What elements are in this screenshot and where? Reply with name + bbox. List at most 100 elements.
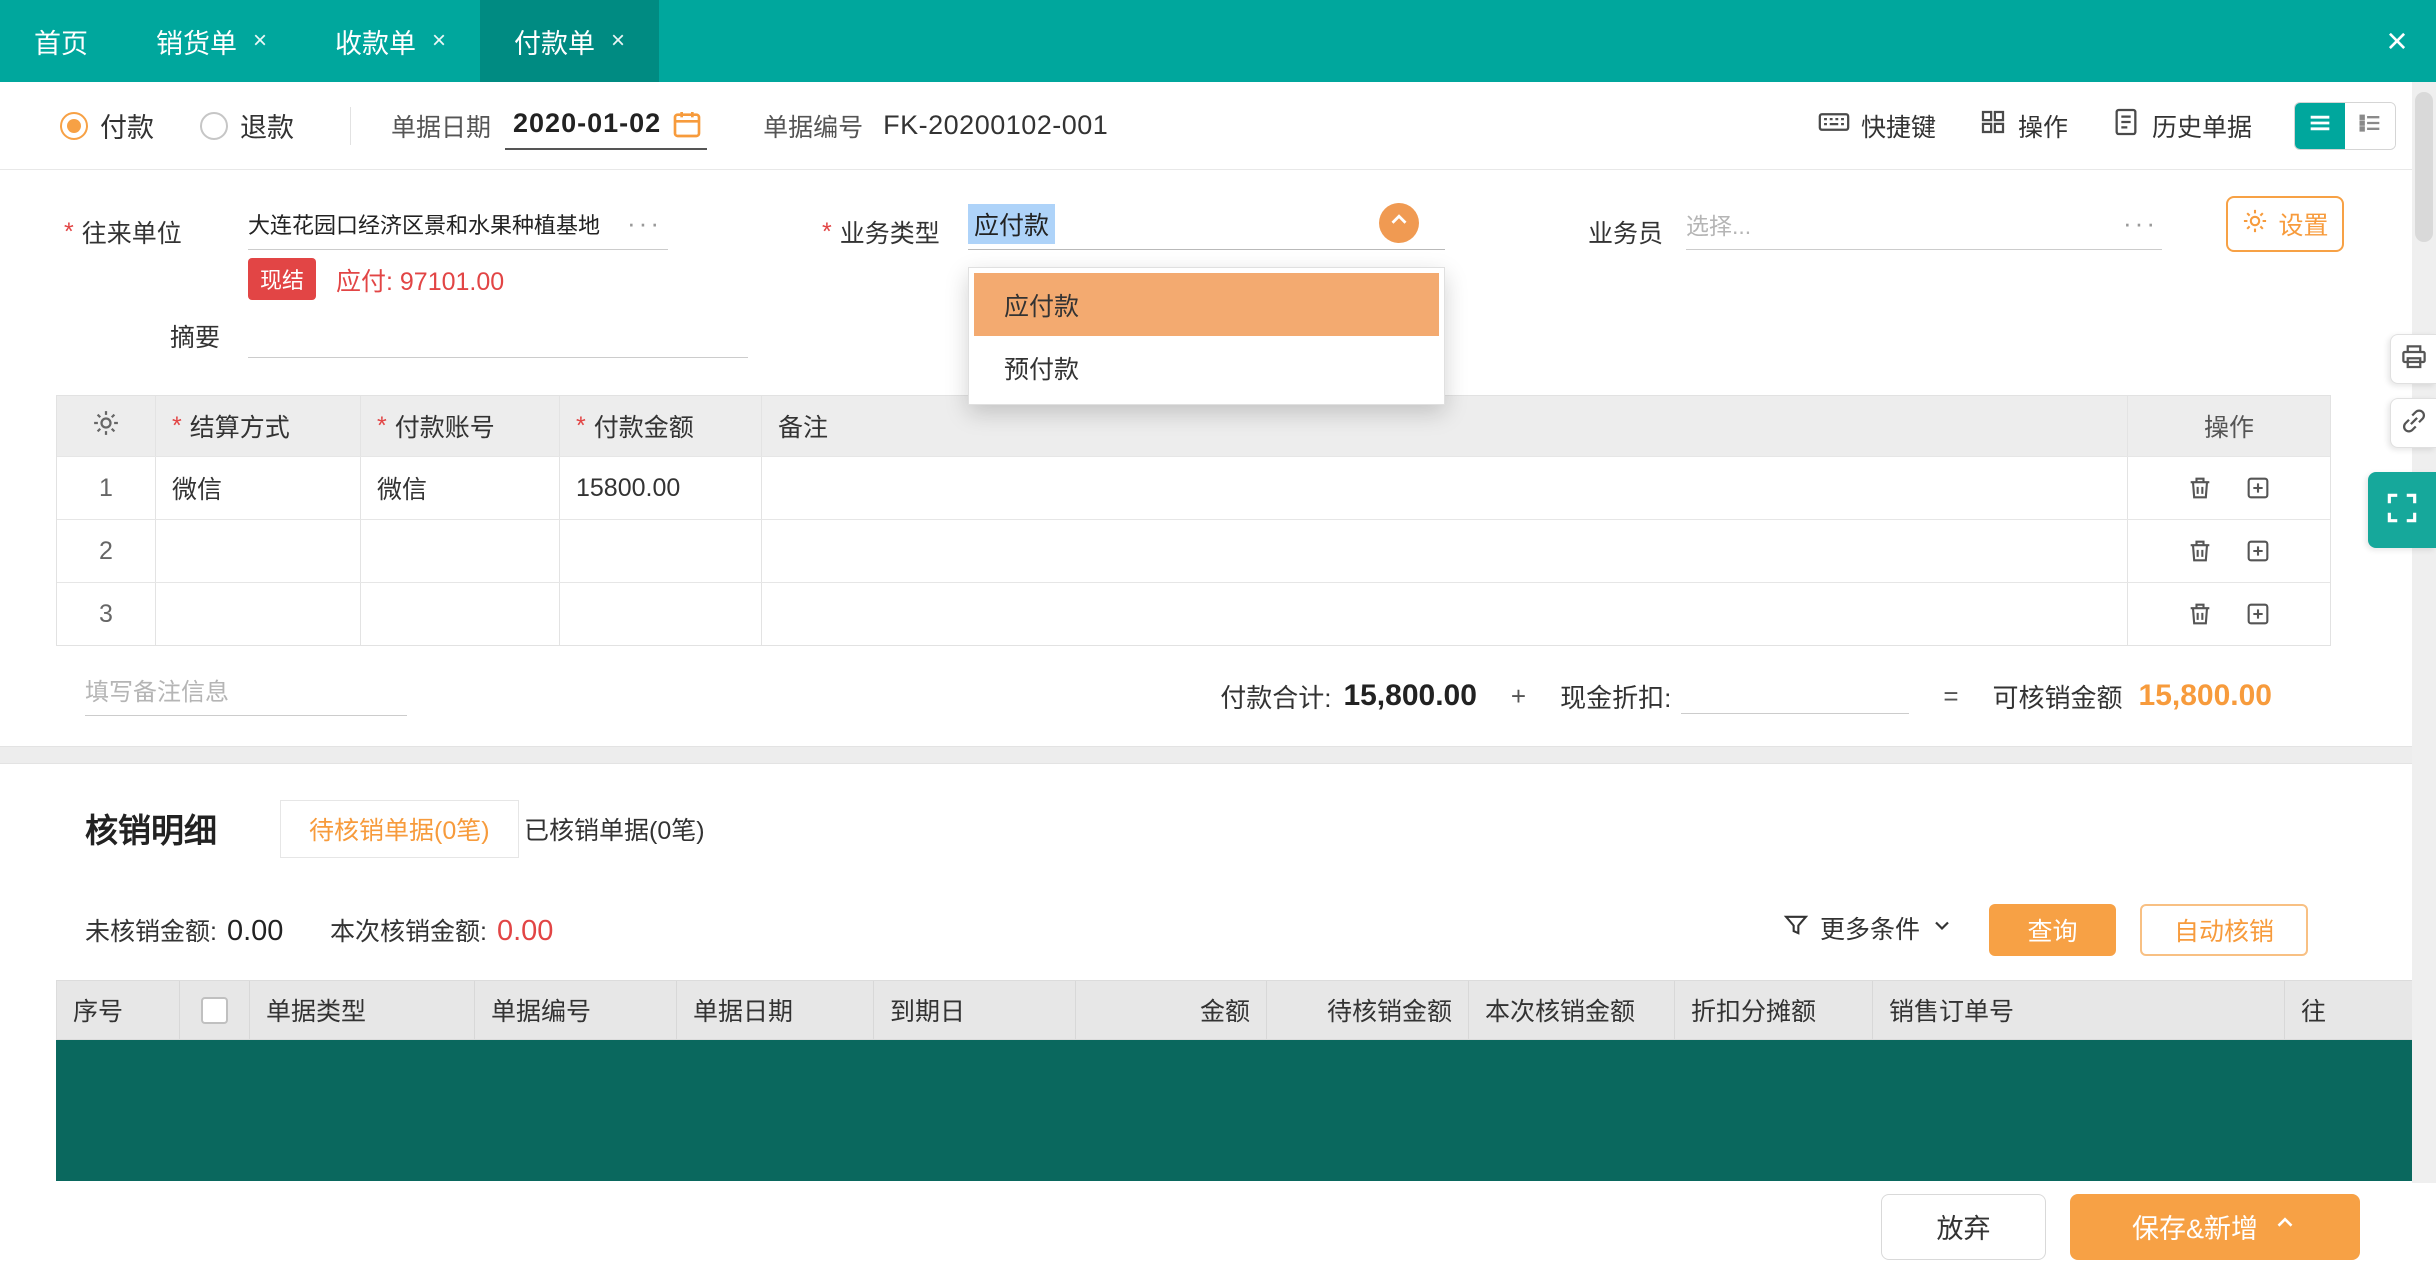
pay-radio-label: 付款: [100, 113, 154, 143]
add-row-icon[interactable]: [2244, 474, 2272, 502]
remark-cell[interactable]: [762, 520, 2128, 582]
tab-receipt-order-label: 收款单: [335, 28, 417, 59]
trash-icon[interactable]: [2186, 600, 2214, 628]
salesman-placeholder: 选择...: [1686, 212, 1752, 239]
counterparty-value: 大连花园口经济区景和水果种植基地: [248, 212, 601, 238]
remark-cell[interactable]: [762, 583, 2128, 645]
pay-account-cell[interactable]: [361, 583, 560, 645]
abandon-button[interactable]: 放弃: [1881, 1193, 2046, 1260]
close-icon[interactable]: ×: [432, 29, 446, 53]
pay-account-cell[interactable]: 微信: [361, 457, 560, 519]
add-row-icon[interactable]: [2244, 600, 2272, 628]
header-doc-type: 单据类型: [250, 981, 475, 1039]
pay-amount-cell[interactable]: 15800.00: [560, 457, 762, 519]
biz-type-field[interactable]: 应付款: [968, 198, 1445, 250]
verify-table: 序号 单据类型 单据编号 单据日期 到期日 金额 待核销金额 本次核销金额 折扣…: [56, 980, 2436, 1040]
settings-button[interactable]: 设置: [2226, 196, 2344, 252]
tab-sales-order[interactable]: 销货单 ×: [122, 0, 301, 82]
detail-view-toggle[interactable]: [2345, 102, 2395, 149]
tab-home[interactable]: 首页: [0, 0, 122, 82]
date-label: 单据日期: [391, 113, 492, 142]
date-input[interactable]: 2020-01-02: [505, 102, 708, 150]
table-row: 1 微信 微信 15800.00: [57, 456, 2330, 519]
pay-account-cell[interactable]: [361, 520, 560, 582]
payment-table-header: * 结算方式 * 付款账号 * 付款金额 备注 操作: [57, 396, 2330, 456]
list-view-toggle[interactable]: [2295, 102, 2345, 149]
pay-total-label: 付款合计:: [1220, 682, 1332, 713]
gear-icon: [91, 408, 121, 445]
close-all-icon[interactable]: ×: [2358, 0, 2436, 82]
verify-table-body-panel: [56, 1040, 2436, 1181]
close-icon[interactable]: ×: [253, 29, 267, 53]
link-icon: [2399, 406, 2429, 441]
pay-amount-cell[interactable]: [560, 520, 762, 582]
summary-field[interactable]: [248, 306, 748, 358]
settle-method-cell[interactable]: [156, 520, 361, 582]
history-documents-button[interactable]: 历史单据: [2110, 106, 2252, 145]
verify-title: 核销明细: [85, 812, 217, 849]
operations-button[interactable]: 操作: [1978, 107, 2068, 144]
cash-discount-input[interactable]: [1681, 678, 1910, 714]
pay-amount-cell[interactable]: [560, 583, 762, 645]
save-and-new-button[interactable]: 保存&新增: [2070, 1193, 2360, 1260]
link-button[interactable]: [2390, 398, 2436, 448]
verifiable-value: 15,800.00: [2138, 679, 2272, 712]
select-all-checkbox[interactable]: [201, 996, 228, 1024]
payment-order-page: 首页 销货单 × 收款单 × 付款单 × × 付款 退款 单据日期 2020-0…: [0, 0, 2436, 1274]
refund-radio[interactable]: 退款: [200, 106, 294, 145]
radio-dot-icon: [60, 111, 88, 140]
remark-input[interactable]: 填写备注信息: [85, 664, 407, 716]
scrollbar-track[interactable]: [2412, 82, 2436, 1183]
doc-no-value: FK-20200102-001: [883, 110, 1109, 140]
payable-amount: 应付: 97101.00: [336, 268, 505, 296]
salesman-field[interactable]: 选择... ···: [1686, 198, 2162, 250]
header-discount-share: 折扣分摊额: [1675, 981, 1873, 1039]
expand-button[interactable]: [2368, 472, 2436, 548]
counterparty-field[interactable]: 大连花园口经济区景和水果种植基地 ···: [248, 198, 668, 250]
collapse-dropdown-button[interactable]: [1379, 203, 1419, 243]
pay-total-value: 15,800.00: [1343, 679, 1477, 712]
row-number: 2: [57, 520, 156, 582]
document-header-form: * 往来单位 大连花园口经济区景和水果种植基地 ··· 现结 应付: 97101…: [0, 170, 2436, 405]
header-settle-method: * 结算方式: [156, 396, 361, 456]
more-filters-button[interactable]: 更多条件: [1782, 910, 1954, 946]
add-row-icon[interactable]: [2244, 537, 2272, 565]
header-doc-date: 单据日期: [677, 981, 874, 1039]
scrollbar-thumb[interactable]: [2415, 92, 2433, 242]
remark-cell[interactable]: [762, 457, 2128, 519]
counterparty-label: * 往来单位: [64, 217, 182, 249]
pay-radio[interactable]: 付款: [60, 106, 154, 145]
query-button[interactable]: 查询: [1989, 904, 2116, 956]
salesman-label: 业务员: [1588, 220, 1664, 248]
footer-actions: 放弃 保存&新增: [0, 1181, 2436, 1272]
shortcut-keys-button[interactable]: 快捷键: [1817, 105, 1936, 146]
list-view-icon: [2306, 109, 2334, 142]
tab-payment-order[interactable]: 付款单 ×: [480, 0, 660, 82]
tab-verified-documents[interactable]: 已核销单据(0笔): [508, 800, 721, 858]
close-icon[interactable]: ×: [611, 29, 625, 53]
toolbar-right-tools: 快捷键 操作 历史单据: [1817, 101, 2396, 150]
chevron-down-icon: [1930, 913, 1954, 944]
column-settings-cell[interactable]: [57, 396, 156, 456]
unverified-amount: 未核销金额: 0.00: [85, 915, 284, 947]
tab-sales-order-label: 销货单: [156, 28, 237, 59]
row-operations: [2128, 520, 2330, 582]
settle-method-cell[interactable]: [156, 583, 361, 645]
header-current-amount: 本次核销金额: [1469, 981, 1675, 1039]
trash-icon[interactable]: [2186, 537, 2214, 565]
chevron-up-icon: [1386, 207, 1412, 240]
calendar-icon[interactable]: [671, 108, 703, 140]
view-toggle-group: [2294, 101, 2396, 150]
totals-row: 填写备注信息 付款合计: 15,800.00 + 现金折扣: = 可核销金额 1…: [0, 646, 2436, 746]
print-button[interactable]: [2390, 334, 2436, 384]
dropdown-option-prepaid[interactable]: 预付款: [974, 336, 1439, 399]
auto-verify-button[interactable]: 自动核销: [2140, 904, 2308, 956]
trash-icon[interactable]: [2186, 474, 2214, 502]
counterparty-more-button[interactable]: ···: [627, 208, 662, 239]
settle-method-cell[interactable]: 微信: [156, 457, 361, 519]
dropdown-option-payable[interactable]: 应付款: [974, 273, 1439, 336]
salesman-more-button[interactable]: ···: [2123, 208, 2158, 239]
tab-receipt-order[interactable]: 收款单 ×: [301, 0, 480, 82]
tab-pending-documents[interactable]: 待核销单据(0笔): [280, 800, 519, 858]
row-operations: [2128, 583, 2330, 645]
